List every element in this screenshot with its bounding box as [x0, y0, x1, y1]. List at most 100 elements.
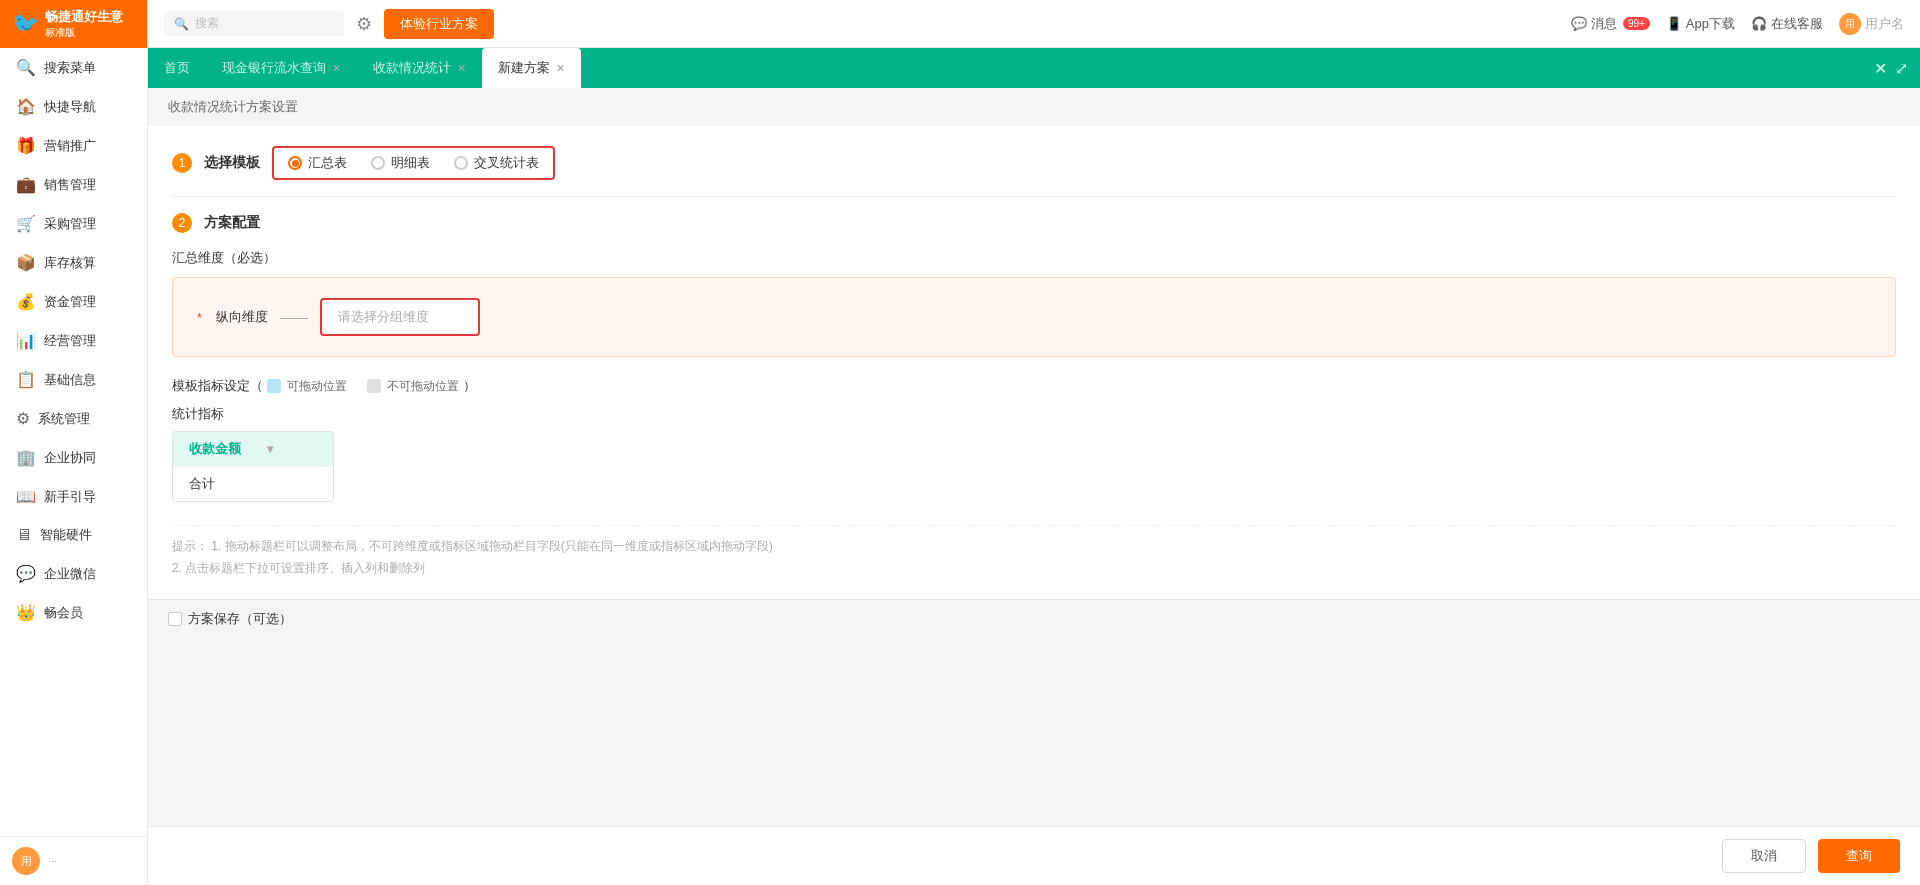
save-checkbox[interactable] — [168, 612, 182, 626]
radio-cross-circle — [454, 156, 468, 170]
sidebar-item-marketing-label: 营销推广 — [44, 137, 96, 155]
radio-summary[interactable]: 汇总表 — [288, 154, 347, 172]
tab-stats-close[interactable]: ✕ — [457, 62, 466, 75]
vertical-dim-label: 纵向维度 — [216, 308, 268, 326]
tip-2: 2. 点击标题栏下拉可设置排序、插入列和删除列 — [172, 558, 1896, 580]
fixed-label: 不可拖动位置 — [387, 378, 459, 395]
sidebar-item-member[interactable]: 👑 畅会员 — [0, 593, 147, 632]
template-radio-group[interactable]: 汇总表 明细表 交叉统计表 — [272, 146, 555, 180]
chat-icon: 💬 — [16, 564, 36, 583]
notification-icon: 💬 — [1571, 16, 1587, 31]
avatar: 用 — [12, 847, 40, 875]
dimension-subsection: 汇总维度（必选） * 纵向维度 —— 请选择分组维度 — [172, 249, 1896, 357]
dim-select[interactable]: 请选择分组维度 — [320, 298, 480, 336]
sidebar-item-search-label: 搜索菜单 — [44, 59, 96, 77]
settings-icon[interactable]: ⚙ — [356, 13, 372, 35]
search-box-placeholder: 搜索 — [195, 15, 219, 32]
radio-detail-label: 明细表 — [391, 154, 430, 172]
sidebar-item-collab[interactable]: 🏢 企业协同 — [0, 438, 147, 477]
save-checkbox-text: 方案保存（可选） — [188, 610, 292, 628]
sidebar-item-marketing[interactable]: 🎁 营销推广 — [0, 126, 147, 165]
main-area: 🔍 搜索 ⚙ 体验行业方案 💬 消息 99+ 📱 App下载 🎧 在线客服 用 … — [148, 0, 1920, 885]
topbar-right: 💬 消息 99+ 📱 App下载 🎧 在线客服 用 用户名 — [1571, 13, 1904, 35]
chart-icon: 📊 — [16, 331, 36, 350]
sidebar-item-base[interactable]: 📋 基础信息 — [0, 360, 147, 399]
sidebar-item-guide[interactable]: 📖 新手引导 — [0, 477, 147, 516]
tabbar-actions: ✕ ⤢ — [1874, 59, 1920, 78]
search-box-icon: 🔍 — [174, 17, 189, 31]
breadcrumb: 收款情况统计方案设置 — [148, 88, 1920, 126]
user-name: ··· — [48, 855, 57, 867]
radio-detail[interactable]: 明细表 — [371, 154, 430, 172]
tab-close-all-icon[interactable]: ✕ — [1874, 59, 1887, 78]
chevron-down-icon: ▾ — [267, 442, 273, 456]
required-star: * — [197, 310, 202, 325]
content-area: 收款情况统计方案设置 1 选择模板 汇总表 明细表 — [148, 88, 1920, 826]
query-button[interactable]: 查询 — [1818, 839, 1900, 873]
sidebar-item-finance[interactable]: 💰 资金管理 — [0, 282, 147, 321]
sidebar-item-search[interactable]: 🔍 搜索菜单 — [0, 48, 147, 87]
tab-stats[interactable]: 收款情况统计 ✕ — [357, 48, 482, 88]
sidebar-item-guide-label: 新手引导 — [44, 488, 96, 506]
tab-expand-icon[interactable]: ⤢ — [1895, 59, 1908, 78]
sidebar-item-system[interactable]: ⚙ 系统管理 — [0, 399, 147, 438]
sidebar-item-wechat[interactable]: 💬 企业微信 — [0, 554, 147, 593]
tab-home[interactable]: 首页 — [148, 48, 206, 88]
step2-row: 2 方案配置 — [172, 213, 1896, 233]
sidebar-item-sales[interactable]: 💼 销售管理 — [0, 165, 147, 204]
user-item[interactable]: 用 用户名 — [1839, 13, 1904, 35]
building-icon: 🏢 — [16, 448, 36, 467]
sidebar-item-purchase[interactable]: 🛒 采购管理 — [0, 204, 147, 243]
sidebar-bottom: 用 ··· — [0, 836, 147, 885]
sidebar-item-nav[interactable]: 🏠 快捷导航 — [0, 87, 147, 126]
sidebar-item-purchase-label: 采购管理 — [44, 215, 96, 233]
sidebar-item-operation[interactable]: 📊 经营管理 — [0, 321, 147, 360]
arrow-icon: —— — [280, 309, 308, 325]
monitor-icon: 🖥 — [16, 526, 32, 544]
sidebar-item-inventory[interactable]: 📦 库存核算 — [0, 243, 147, 282]
cart-icon: 🛒 — [16, 214, 36, 233]
sidebar-item-hardware-label: 智能硬件 — [40, 526, 92, 544]
tab-new-plan[interactable]: 新建方案 ✕ — [482, 48, 581, 88]
step2-label: 方案配置 — [204, 214, 260, 232]
download-label: App下载 — [1686, 15, 1735, 33]
step1-row: 1 选择模板 汇总表 明细表 交叉统计表 — [172, 146, 1896, 180]
service-label: 在线客服 — [1771, 15, 1823, 33]
gear-icon: ⚙ — [16, 409, 30, 428]
tab-bank-label: 现金银行流水查询 — [222, 59, 326, 77]
sidebar-item-member-label: 畅会员 — [44, 604, 83, 622]
sidebar: 🐦 畅捷通好生意 标准版 🔍 搜索菜单 🏠 快捷导航 🎁 营销推广 💼 销售管理… — [0, 0, 148, 885]
save-checkbox-label[interactable]: 方案保存（可选） — [168, 610, 292, 628]
indicator-row-label: 合计 — [189, 476, 215, 491]
home-icon: 🏠 — [16, 97, 36, 116]
trial-button[interactable]: 体验行业方案 — [384, 9, 494, 39]
radio-cross[interactable]: 交叉统计表 — [454, 154, 539, 172]
notification-item[interactable]: 💬 消息 99+ — [1571, 15, 1650, 33]
indicator-row-total: 合计 — [173, 466, 333, 501]
tab-bank-close[interactable]: ✕ — [332, 62, 341, 75]
book-icon: 📖 — [16, 487, 36, 506]
step1-label: 选择模板 — [204, 154, 260, 172]
service-icon: 🎧 — [1751, 16, 1767, 31]
download-item[interactable]: 📱 App下载 — [1666, 15, 1735, 33]
indicator-section: 模板指标设定（ 可拖动位置 不可拖动位置 ） 统计指标 收款金额 — [172, 377, 1896, 505]
cancel-button[interactable]: 取消 — [1722, 839, 1806, 873]
radio-summary-circle — [288, 156, 302, 170]
step1-badge: 1 — [172, 153, 192, 173]
sidebar-item-finance-label: 资金管理 — [44, 293, 96, 311]
movable-label: 可拖动位置 — [287, 378, 347, 395]
sidebar-item-inventory-label: 库存核算 — [44, 254, 96, 272]
service-item[interactable]: 🎧 在线客服 — [1751, 15, 1823, 33]
fixed-dot — [367, 379, 381, 393]
money-icon: 💰 — [16, 292, 36, 311]
tab-bank[interactable]: 现金银行流水查询 ✕ — [206, 48, 357, 88]
search-icon: 🔍 — [16, 58, 36, 77]
tab-new-plan-close[interactable]: ✕ — [556, 62, 565, 75]
indicator-label: 统计指标 — [172, 405, 1896, 423]
dimension-title: 汇总维度（必选） — [172, 249, 1896, 267]
download-icon: 📱 — [1666, 16, 1682, 31]
search-box[interactable]: 🔍 搜索 — [164, 11, 344, 36]
sidebar-item-hardware[interactable]: 🖥 智能硬件 — [0, 516, 147, 554]
indicator-header[interactable]: 收款金额 ▾ — [173, 432, 333, 466]
step2-badge: 2 — [172, 213, 192, 233]
